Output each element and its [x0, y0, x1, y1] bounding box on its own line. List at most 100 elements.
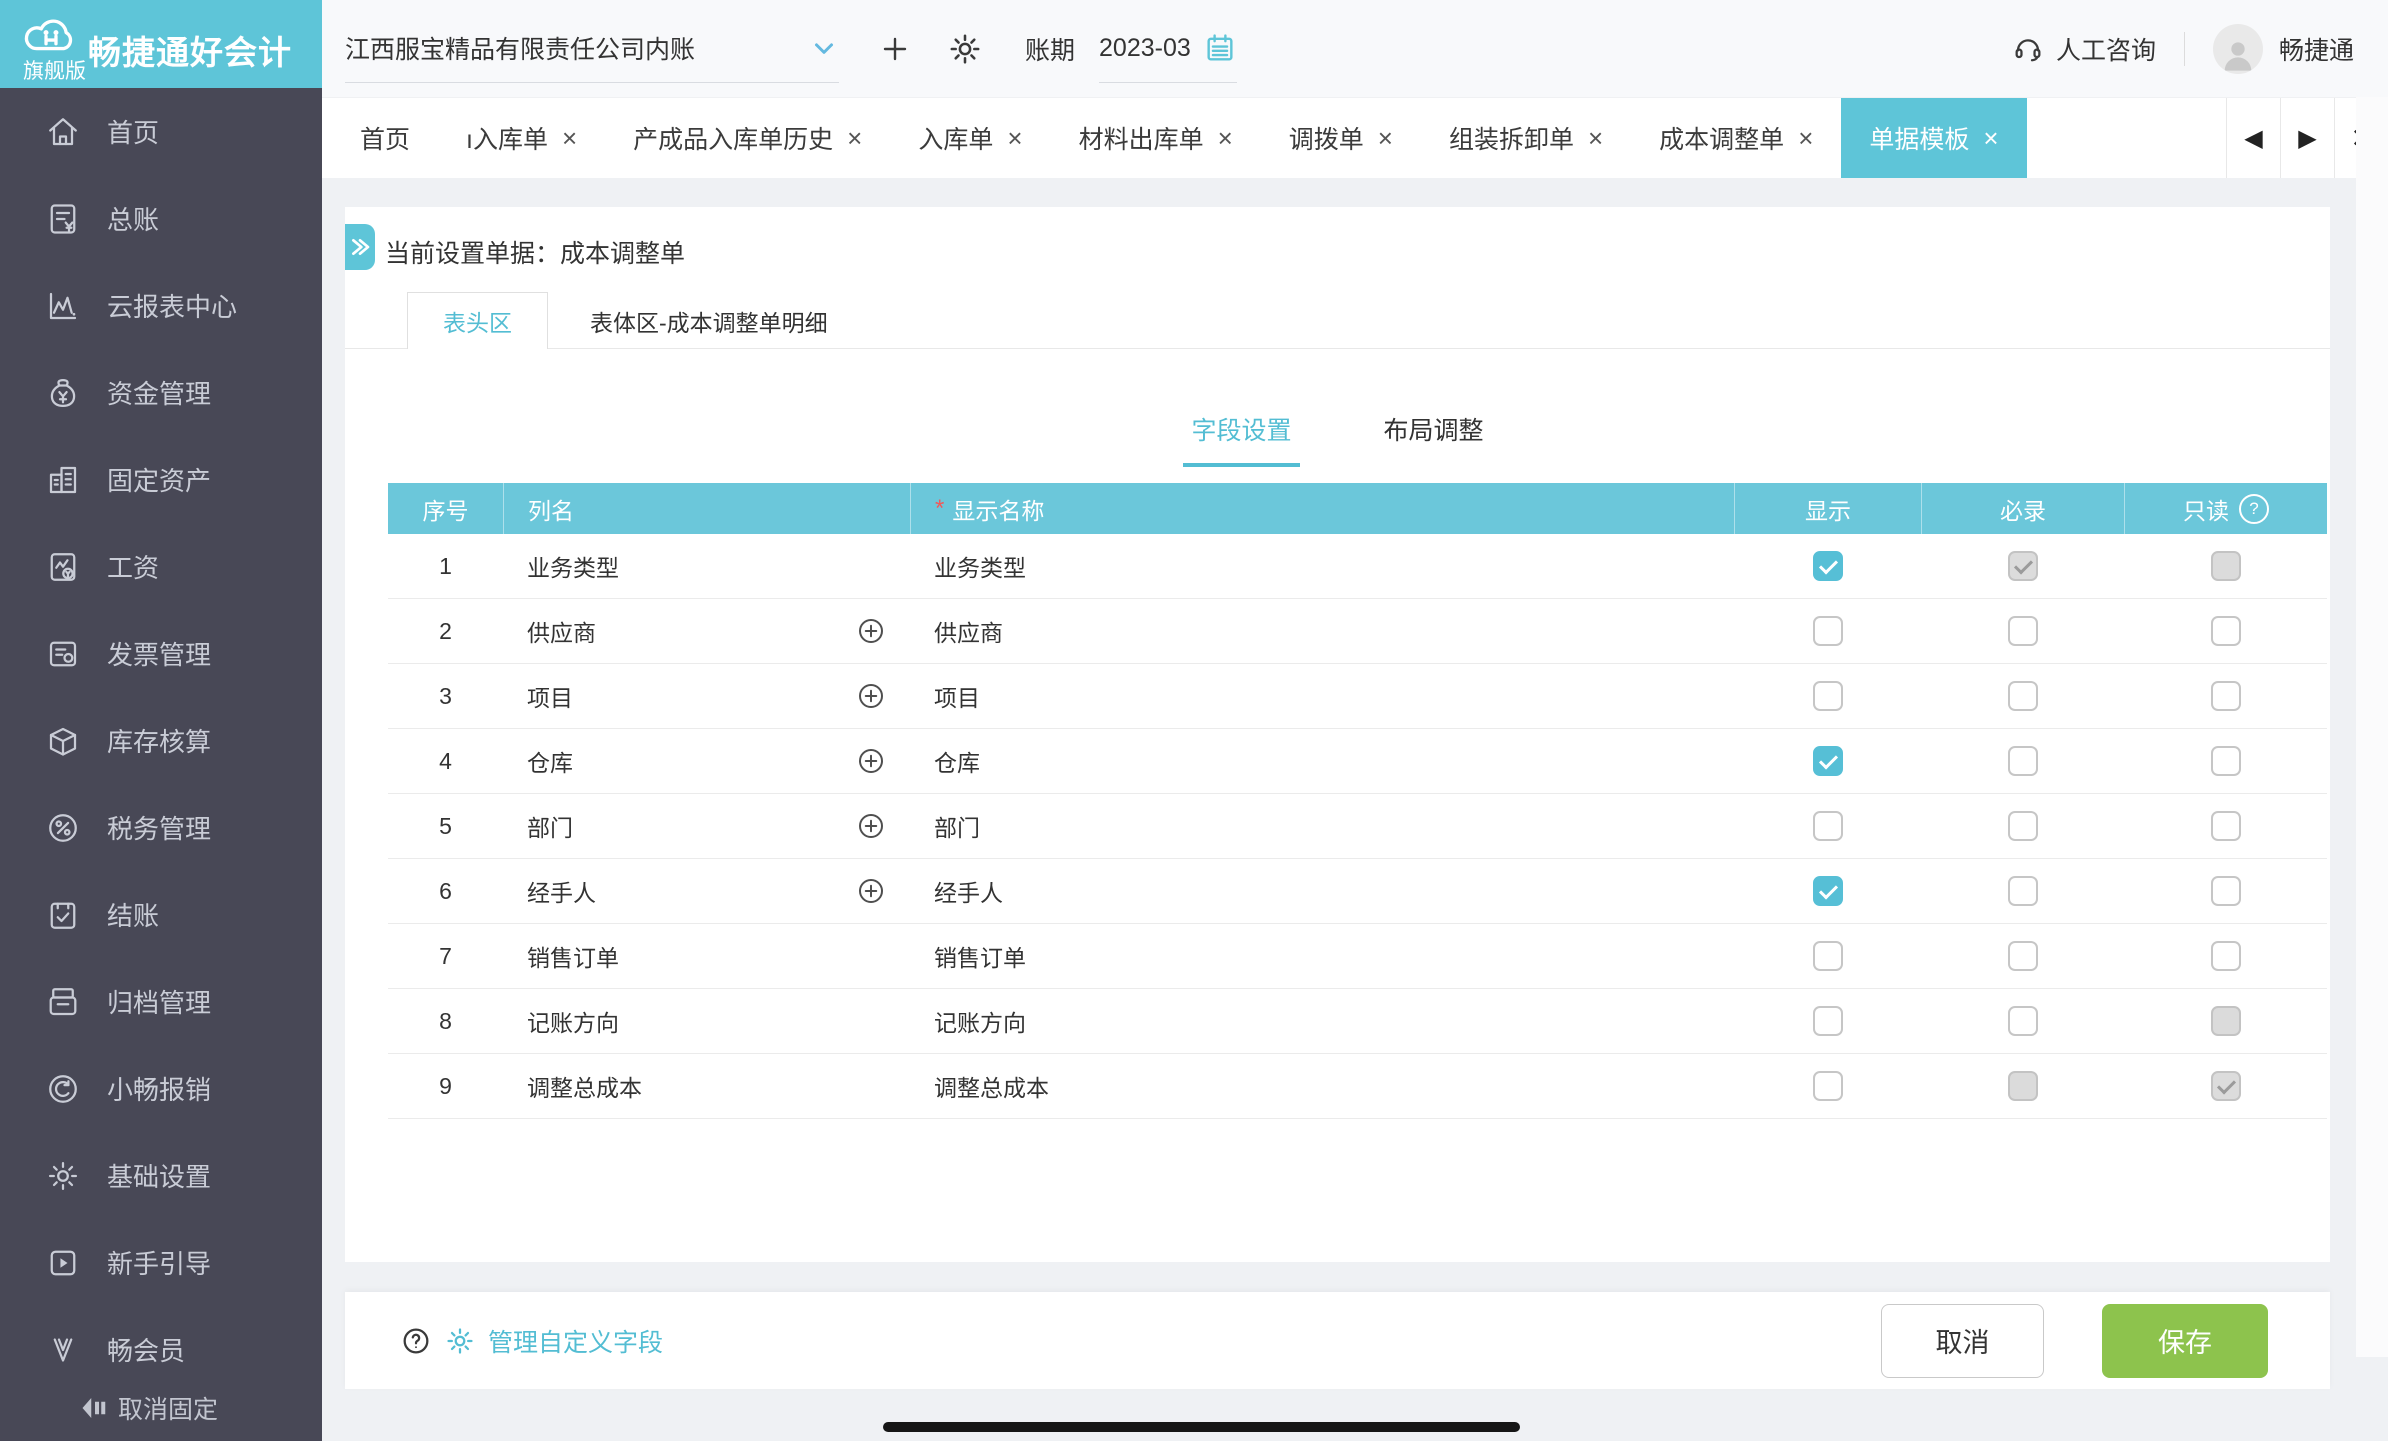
show-checkbox[interactable]: [1812, 811, 1843, 841]
sidebar-item-invoices[interactable]: 发票管理: [0, 610, 322, 697]
display-name-cell: 供应商: [934, 620, 1003, 646]
readonly-checkbox: [2210, 1071, 2241, 1101]
sidebar-item-fixed-assets[interactable]: 固定资产: [0, 436, 322, 523]
tab-inbound-1[interactable]: ı入库单 ×: [438, 98, 605, 178]
sidebar-item-member[interactable]: 畅会员: [0, 1306, 322, 1393]
account-settings-button[interactable]: [947, 31, 983, 67]
required-checkbox: [2007, 1071, 2038, 1101]
show-checkbox[interactable]: [1812, 616, 1843, 646]
show-cell: [1734, 664, 1921, 728]
tab-material-outbound[interactable]: 材料出库单 ×: [1051, 98, 1261, 178]
tab-close-icon[interactable]: ×: [1588, 123, 1603, 154]
sidebar-item-tax[interactable]: 税务管理: [0, 784, 322, 871]
tab-home[interactable]: 首页: [332, 98, 438, 178]
add-account-button[interactable]: [879, 33, 911, 65]
sidebar-item-funds[interactable]: 资金管理: [0, 349, 322, 436]
readonly-cell: [2124, 664, 2327, 728]
tab-close-icon[interactable]: ×: [1007, 123, 1022, 154]
show-checkbox[interactable]: [1812, 941, 1843, 971]
show-checkbox[interactable]: [1812, 551, 1843, 581]
tab-close-icon[interactable]: ×: [562, 123, 577, 154]
display-name-cell: 调整总成本: [934, 1075, 1049, 1101]
tab-header-area[interactable]: 表头区: [407, 292, 548, 349]
tabs-scroll-left-button[interactable]: ◀: [2226, 98, 2280, 178]
readonly-checkbox[interactable]: [2210, 811, 2241, 841]
sidebar-item-label: 总账: [107, 205, 160, 235]
readonly-cell: [2124, 924, 2327, 988]
required-checkbox[interactable]: [2007, 681, 2038, 711]
tab-doc-template[interactable]: 单据模板 ×: [1841, 98, 2027, 178]
tab-finished-goods-history[interactable]: 产成品入库单历史 ×: [605, 98, 890, 178]
sidebar-item-beginner-guide[interactable]: 新手引导: [0, 1219, 322, 1306]
tab-layout-adjust[interactable]: 布局调整: [1376, 405, 1492, 467]
column-header-label: 必录: [2000, 497, 2046, 524]
save-button[interactable]: 保存: [2102, 1303, 2268, 1378]
tab-close-icon[interactable]: ×: [1378, 123, 1393, 154]
add-field-icon[interactable]: [856, 681, 886, 711]
sidebar-item-payroll[interactable]: 工资: [0, 523, 322, 610]
sidebar-item-cloud-reports[interactable]: 云报表中心: [0, 262, 322, 349]
vertical-scrollbar-track: [2356, 97, 2388, 1357]
sidebar-item-reimburse[interactable]: 小畅报销: [0, 1045, 322, 1132]
table-row: 8 记账方向 记账方向: [388, 989, 2327, 1054]
required-checkbox[interactable]: [2007, 746, 2038, 776]
add-field-icon[interactable]: [856, 616, 886, 646]
collapse-panel-button[interactable]: [345, 224, 375, 270]
tab-body-area[interactable]: 表体区-成本调整单明细: [580, 292, 838, 349]
avatar[interactable]: [2212, 23, 2263, 74]
tab-transfer[interactable]: 调拨单 ×: [1261, 98, 1421, 178]
add-field-icon[interactable]: [856, 746, 886, 776]
tab-field-settings[interactable]: 字段设置: [1183, 405, 1300, 467]
sidebar-item-general-ledger[interactable]: 总账: [0, 175, 322, 262]
help-icon[interactable]: ?: [2239, 493, 2269, 524]
sidebar-item-home[interactable]: 首页: [0, 88, 322, 175]
tab-cost-adjust[interactable]: 成本调整单 ×: [1631, 98, 1841, 178]
sidebar-item-inventory[interactable]: 库存核算: [0, 697, 322, 784]
column-header-seq: 序号: [388, 483, 503, 534]
add-field-icon[interactable]: [856, 811, 886, 841]
display-name-cell: 业务类型: [934, 555, 1026, 581]
tab-close-icon[interactable]: ×: [1983, 123, 1998, 154]
tab-inbound-2[interactable]: 入库单 ×: [890, 98, 1050, 178]
support-button[interactable]: 人工咨询: [2012, 31, 2156, 67]
required-checkbox[interactable]: [2007, 1006, 2038, 1036]
tab-close-icon[interactable]: ×: [1218, 123, 1233, 154]
required-checkbox[interactable]: [2007, 616, 2038, 646]
readonly-checkbox[interactable]: [2210, 876, 2241, 906]
tab-close-icon[interactable]: ×: [1798, 123, 1813, 154]
home-icon: [49, 117, 77, 145]
show-checkbox[interactable]: [1812, 876, 1843, 906]
gear-icon: [950, 34, 980, 63]
required-checkbox[interactable]: [2007, 941, 2038, 971]
cancel-button[interactable]: 取消: [1881, 1303, 2044, 1378]
sidebar-item-basic-settings[interactable]: 基础设置: [0, 1132, 322, 1219]
manage-custom-fields-link[interactable]: 管理自定义字段: [400, 1323, 663, 1359]
horizontal-scrollbar-thumb[interactable]: [883, 1422, 1520, 1432]
show-checkbox[interactable]: [1812, 681, 1843, 711]
show-cell: [1734, 794, 1921, 858]
add-field-icon[interactable]: [856, 876, 886, 906]
show-checkbox[interactable]: [1812, 1071, 1843, 1101]
sidebar-item-archive[interactable]: 归档管理: [0, 958, 322, 1045]
readonly-checkbox[interactable]: [2210, 746, 2241, 776]
column-header-label: 显示名称: [952, 497, 1045, 524]
company-select[interactable]: 江西服宝精品有限责任公司内账: [345, 14, 839, 83]
column-header-readonly: 只读?: [2124, 483, 2327, 534]
tab-assembly[interactable]: 组装拆卸单 ×: [1421, 98, 1631, 178]
col-name-label: 部门: [527, 815, 573, 841]
period-select[interactable]: 2023-03: [1099, 14, 1237, 83]
required-checkbox[interactable]: [2007, 811, 2038, 841]
tab-label: 调拨单: [1288, 126, 1364, 154]
readonly-checkbox[interactable]: [2210, 681, 2241, 711]
tab-close-icon[interactable]: ×: [847, 123, 862, 154]
show-checkbox[interactable]: [1812, 1006, 1843, 1036]
col-name-cell: 经手人: [503, 859, 910, 923]
required-checkbox[interactable]: [2007, 876, 2038, 906]
col-name-label: 供应商: [527, 620, 596, 646]
tabs-scroll-right-button[interactable]: ▶: [2280, 98, 2334, 178]
readonly-checkbox[interactable]: [2210, 941, 2241, 971]
sidebar-item-closing[interactable]: 结账: [0, 871, 322, 958]
show-checkbox[interactable]: [1812, 746, 1843, 776]
readonly-checkbox[interactable]: [2210, 616, 2241, 646]
unpin-sidebar-button[interactable]: 取消固定: [80, 1390, 218, 1426]
